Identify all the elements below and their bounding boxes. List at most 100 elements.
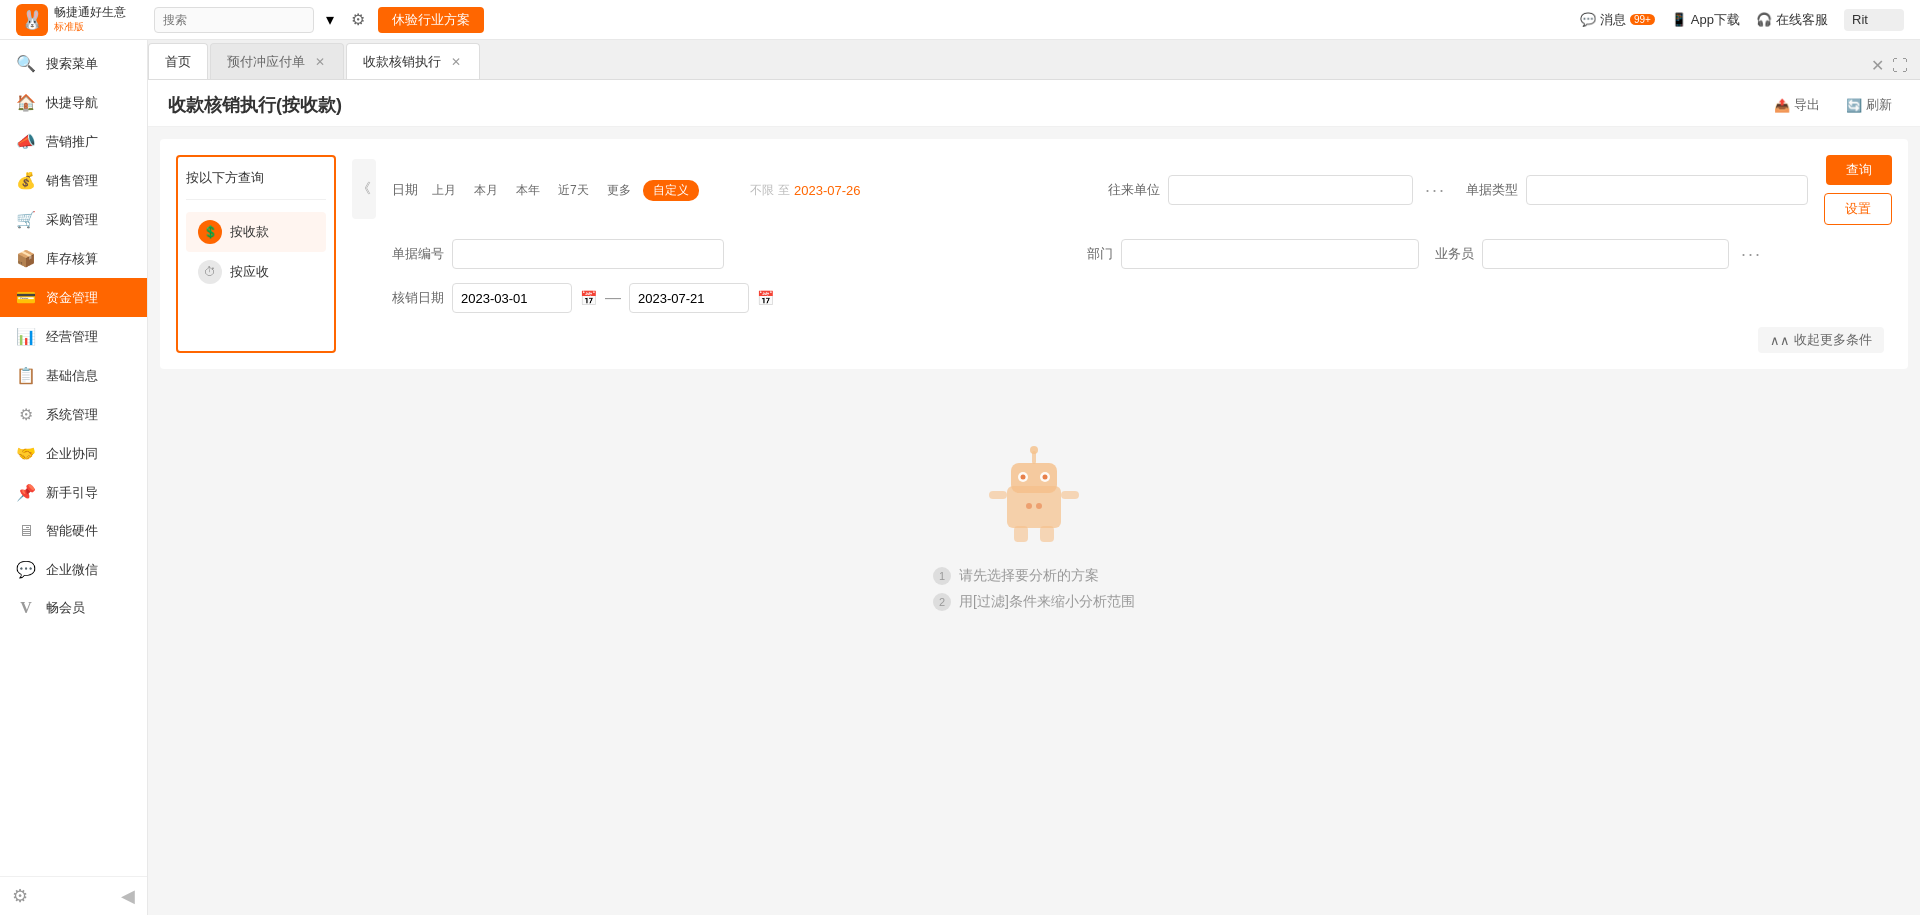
- sidebar-item-member[interactable]: V 畅会员: [0, 589, 147, 627]
- wechat-icon: 💬: [16, 560, 36, 579]
- verify-date-end-input[interactable]: [629, 283, 749, 313]
- sidebar-item-marketing[interactable]: 📣 营销推广: [0, 122, 147, 161]
- sidebar-label: 采购管理: [46, 211, 98, 229]
- filter-collapse-btn[interactable]: 《: [352, 159, 376, 219]
- app-icon: 📱: [1671, 12, 1687, 27]
- filter-btn-col: 查询 设置: [1824, 155, 1892, 225]
- collapse-up-icon: ∧∧: [1770, 333, 1790, 348]
- settings-bottom-icon[interactable]: ⚙: [12, 885, 28, 907]
- sales-icon: 💰: [16, 171, 36, 190]
- app-label: App下载: [1691, 11, 1740, 29]
- msg-btn[interactable]: 💬 消息 99+: [1580, 11, 1655, 29]
- logo-icon: 🐰: [16, 4, 48, 36]
- empty-tip-2: 2 用[过滤]条件来缩小分析范围: [933, 593, 1135, 611]
- topbar-dropdown-btn[interactable]: ▾: [318, 8, 342, 32]
- tab-receipt-label: 收款核销执行: [363, 53, 441, 71]
- tab-receipt-offset[interactable]: 收款核销执行 ✕: [346, 43, 480, 79]
- sidebar-label: 资金管理: [46, 289, 98, 307]
- doc-number-input[interactable]: [452, 239, 724, 269]
- solution-btn[interactable]: 休验行业方案: [378, 7, 484, 33]
- filter-form: 日期 上月 本月 本年 近7天 更多 自定义 不限: [392, 155, 1892, 353]
- salesperson-input[interactable]: [1482, 239, 1729, 269]
- sidebar-item-system[interactable]: ⚙ 系统管理: [0, 395, 147, 434]
- collapse-more-btn[interactable]: ∧∧ 收起更多条件: [1758, 327, 1884, 353]
- date-this-month-btn[interactable]: 本月: [468, 180, 504, 201]
- export-btn[interactable]: 📤 导出: [1766, 92, 1828, 118]
- onboard-icon: 📌: [16, 483, 36, 502]
- sidebar-label: 营销推广: [46, 133, 98, 151]
- topbar-search-input[interactable]: [154, 7, 314, 33]
- salesperson-more-btn[interactable]: ···: [1737, 244, 1766, 265]
- tab-bar: 首页 预付冲应付单 ✕ 收款核销执行 ✕ ✕ ⛶: [148, 40, 1920, 80]
- sidebar-item-finance[interactable]: 💳 资金管理: [0, 278, 147, 317]
- tab-expand-btn[interactable]: ⛶: [1892, 57, 1908, 75]
- tab-close-all-btn[interactable]: ✕: [1871, 56, 1884, 75]
- svg-point-13: [1036, 503, 1042, 509]
- verify-date-start-calendar-icon[interactable]: 📅: [580, 290, 597, 306]
- sidebar-label: 系统管理: [46, 406, 98, 424]
- date-this-year-btn[interactable]: 本年: [510, 180, 546, 201]
- sidebar-item-basic-info[interactable]: 📋 基础信息: [0, 356, 147, 395]
- sidebar-item-wechat[interactable]: 💬 企业微信: [0, 550, 147, 589]
- tab-prepay-offset[interactable]: 预付冲应付单 ✕: [210, 43, 344, 79]
- date-7days-btn[interactable]: 近7天: [552, 180, 595, 201]
- sidebar-item-search-menu[interactable]: 🔍 搜索菜单: [0, 44, 147, 83]
- sidebar-item-purchase[interactable]: 🛒 采购管理: [0, 200, 147, 239]
- sidebar-item-operations[interactable]: 📊 经营管理: [0, 317, 147, 356]
- filter-option-by-receipt[interactable]: 💲 按收款: [186, 212, 326, 252]
- logo-area: 🐰 畅捷通好生意 标准版: [16, 4, 126, 36]
- service-label: 在线客服: [1776, 11, 1828, 29]
- date-last-month-btn[interactable]: 上月: [426, 180, 462, 201]
- settings-btn[interactable]: 设置: [1824, 193, 1892, 225]
- tab-home[interactable]: 首页: [148, 43, 208, 79]
- counterpart-input[interactable]: [1168, 175, 1413, 205]
- service-btn[interactable]: 🎧 在线客服: [1756, 11, 1828, 29]
- sidebar-item-onboard[interactable]: 📌 新手引导: [0, 473, 147, 512]
- salesperson-field: 业务员 ···: [1435, 239, 1767, 269]
- robot-illustration: [979, 441, 1089, 551]
- sidebar-item-inventory[interactable]: 📦 库存核算: [0, 239, 147, 278]
- search-icon: 🔍: [16, 54, 36, 73]
- verify-date-field: 核销日期 📅 — 📅: [392, 283, 774, 313]
- doc-type-select[interactable]: [1526, 175, 1808, 205]
- sidebar-item-enterprise[interactable]: 🤝 企业协同: [0, 434, 147, 473]
- dept-select[interactable]: [1121, 239, 1419, 269]
- dept-field: 部门: [1087, 239, 1419, 269]
- tab-receipt-close[interactable]: ✕: [449, 53, 463, 71]
- date-custom-btn[interactable]: 自定义: [643, 180, 699, 201]
- empty-tip-1: 1 请先选择要分析的方案: [933, 567, 1135, 585]
- sidebar-items: 🔍 搜索菜单 🏠 快捷导航 📣 营销推广 💰 销售管理 🛒 采购管理 📦: [0, 40, 147, 876]
- query-btn[interactable]: 查询: [1826, 155, 1892, 185]
- sidebar-label: 搜索菜单: [46, 55, 98, 73]
- date-nolimit-label: 不限: [750, 182, 774, 199]
- verify-date-end-calendar-icon[interactable]: 📅: [757, 290, 774, 306]
- topbar-gear-btn[interactable]: ⚙: [346, 8, 370, 32]
- sidebar-label: 基础信息: [46, 367, 98, 385]
- logo-text-area: 畅捷通好生意 标准版: [54, 5, 126, 35]
- page-actions: 📤 导出 🔄 刷新: [1766, 92, 1900, 118]
- system-icon: ⚙: [16, 405, 36, 424]
- sidebar-collapse-btn[interactable]: ◀: [121, 885, 135, 907]
- doc-type-label: 单据类型: [1466, 181, 1518, 199]
- svg-point-5: [1043, 475, 1048, 480]
- sidebar-item-quick-nav[interactable]: 🏠 快捷导航: [0, 83, 147, 122]
- filter-row-1: 日期 上月 本月 本年 近7天 更多 自定义 不限: [392, 155, 1892, 225]
- verify-date-label: 核销日期: [392, 289, 444, 307]
- topbar-search-area: ▾ ⚙: [154, 7, 370, 33]
- sidebar-item-smart-hw[interactable]: 🖥 智能硬件: [0, 512, 147, 550]
- counterpart-more-btn[interactable]: ···: [1421, 180, 1450, 201]
- page-content: 按以下方查询 💲 按收款 ⏱ 按应收 《: [148, 127, 1920, 915]
- app-download-btn[interactable]: 📱 App下载: [1671, 11, 1740, 29]
- sidebar-item-sales[interactable]: 💰 销售管理: [0, 161, 147, 200]
- verify-date-start-input[interactable]: [452, 283, 572, 313]
- inventory-icon: 📦: [16, 249, 36, 268]
- svg-point-7: [1030, 446, 1038, 454]
- refresh-btn[interactable]: 🔄 刷新: [1838, 92, 1900, 118]
- sidebar: 🔍 搜索菜单 🏠 快捷导航 📣 营销推广 💰 销售管理 🛒 采购管理 📦: [0, 40, 148, 915]
- user-avatar[interactable]: Rit: [1844, 9, 1904, 31]
- date-more-btn[interactable]: 更多: [601, 180, 637, 201]
- tab-prepay-close[interactable]: ✕: [313, 53, 327, 71]
- filter-option-by-receivable[interactable]: ⏱ 按应收: [186, 252, 326, 292]
- finance-icon: 💳: [16, 288, 36, 307]
- sidebar-label: 企业微信: [46, 561, 98, 579]
